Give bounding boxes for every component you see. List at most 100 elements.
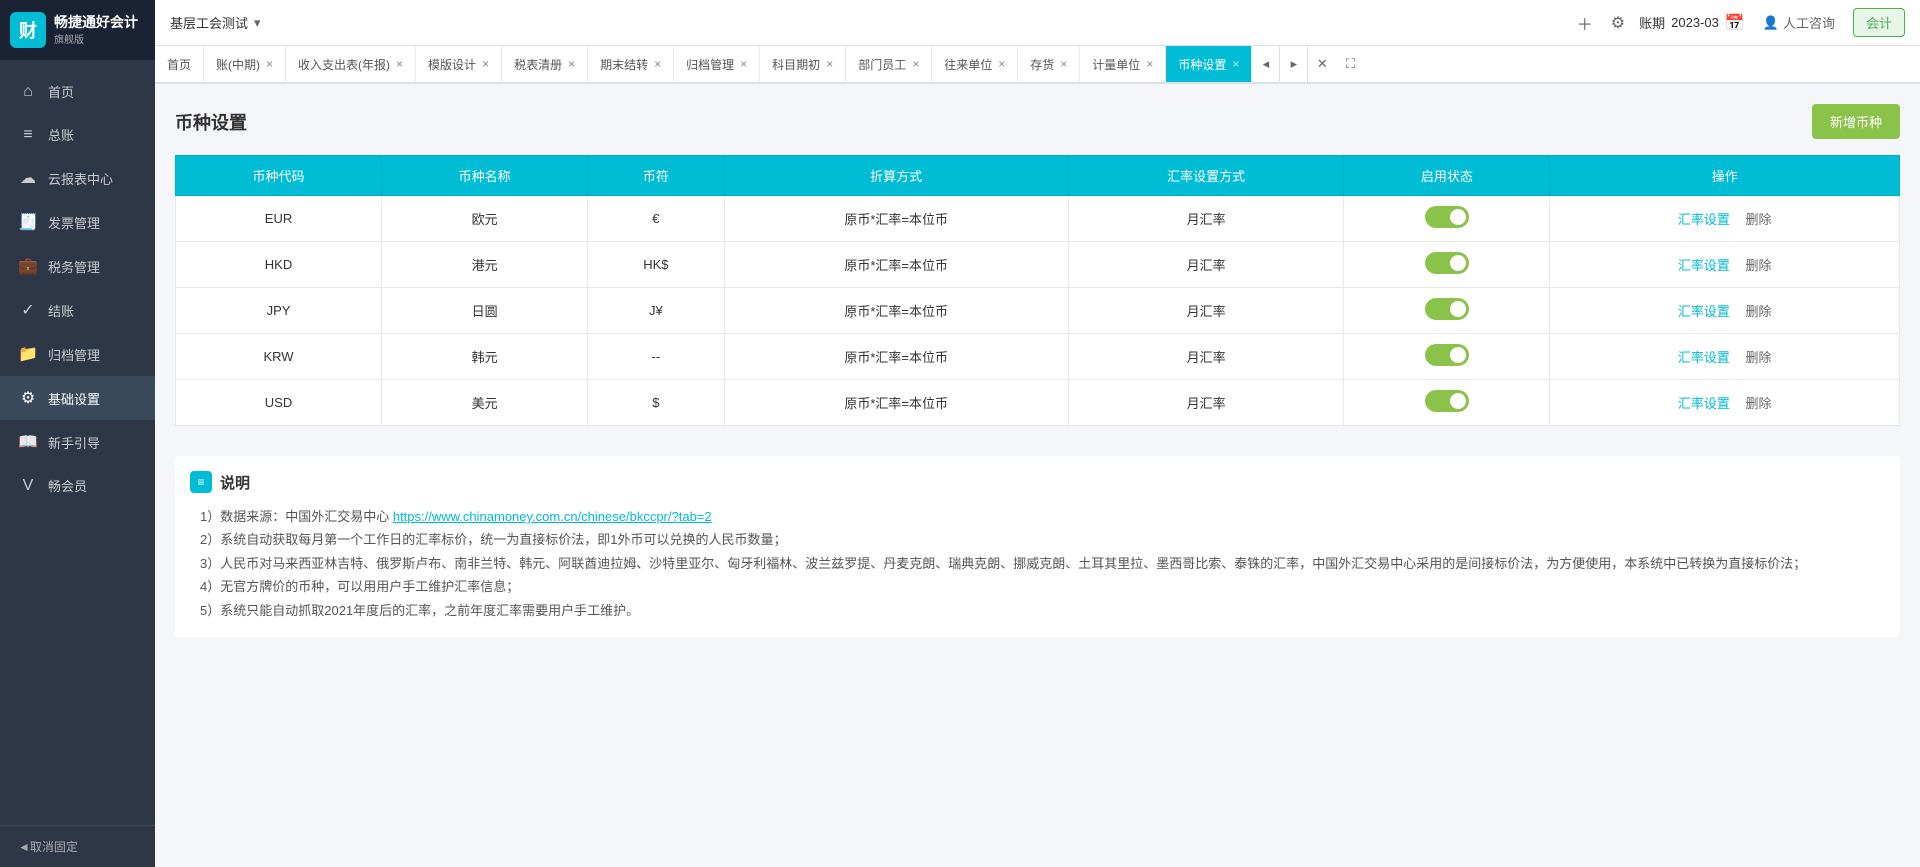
tab-close-icon[interactable]: × [1060, 57, 1067, 71]
tab-template[interactable]: 模版设计 × [416, 46, 502, 83]
cell-name: 韩元 [382, 334, 588, 380]
company-dropdown-icon[interactable]: ▾ [254, 15, 261, 31]
delete-button[interactable]: 删除 [1746, 347, 1772, 366]
tab-close-icon[interactable]: × [396, 57, 403, 71]
sidebar-item-tax[interactable]: 💼 税务管理 [0, 244, 155, 288]
sidebar-footer-toggle[interactable]: ◄取消固定 [0, 825, 155, 867]
tab-close-icon[interactable]: × [654, 57, 661, 71]
sidebar-item-member[interactable]: V 畅会员 [0, 464, 155, 507]
tab-close-icon[interactable]: × [266, 57, 273, 71]
tab-close-icon[interactable]: × [912, 57, 919, 71]
sidebar-item-home[interactable]: ⌂ 首页 [0, 70, 155, 113]
tab-label: 模版设计 [428, 56, 476, 73]
logo-sub: 旗舰版 [54, 31, 138, 46]
notice-section: ≡ 说明 1）数据来源：中国外汇交易中心 https://www.chinamo… [175, 456, 1900, 637]
cell-rate-method: 月汇率 [1068, 380, 1344, 426]
delete-button[interactable]: 删除 [1746, 393, 1772, 412]
tab-close-icon[interactable]: × [482, 57, 489, 71]
checkout-icon: ✓ [18, 300, 38, 320]
invoice-icon: 🧾 [18, 212, 38, 232]
cell-status [1344, 288, 1550, 334]
reports-icon: ☁ [18, 168, 38, 188]
tab-tax[interactable]: 税表清册 × [502, 46, 588, 83]
sidebar-item-ledger[interactable]: ≡ 总账 [0, 113, 155, 156]
tab-label: 存货 [1030, 56, 1054, 73]
accounting-button[interactable]: 会计 [1853, 8, 1905, 37]
rate-setting-button[interactable]: 汇率设置 [1678, 255, 1730, 274]
col-name: 币种名称 [382, 156, 588, 196]
tab-label: 期末结转 [600, 56, 648, 73]
tab-close-icon[interactable]: × [568, 57, 575, 71]
settings-button[interactable]: ⚙ [1607, 13, 1629, 33]
sidebar-item-checkout[interactable]: ✓ 结账 [0, 288, 155, 332]
tab-close-icon[interactable]: × [1232, 57, 1239, 71]
rate-setting-button[interactable]: 汇率设置 [1678, 347, 1730, 366]
tab-maximize-button[interactable]: ⛶ [1336, 46, 1364, 83]
tab-close-icon[interactable]: × [826, 57, 833, 71]
cell-code: HKD [176, 242, 382, 288]
cell-status [1344, 334, 1550, 380]
consult-button[interactable]: 👤 人工咨询 [1755, 9, 1843, 36]
new-currency-button[interactable]: 新增币种 [1812, 104, 1900, 139]
tab-label: 首页 [167, 56, 191, 73]
add-tab-button[interactable]: ＋ [1573, 11, 1597, 35]
cell-status [1344, 380, 1550, 426]
sidebar-item-invoice[interactable]: 🧾 发票管理 [0, 200, 155, 244]
cell-conversion: 原币*汇率=本位币 [724, 288, 1068, 334]
tab-next-button[interactable]: ▸ [1280, 46, 1308, 83]
tab-close-period[interactable]: 期末结转 × [588, 46, 674, 83]
notice-link[interactable]: https://www.chinamoney.com.cn/chinese/bk… [393, 509, 712, 524]
tab-dept[interactable]: 部门员工 × [846, 46, 932, 83]
sidebar-item-reports[interactable]: ☁ 云报表中心 [0, 156, 155, 200]
tab-close-icon[interactable]: × [998, 57, 1005, 71]
status-toggle[interactable] [1425, 298, 1469, 320]
status-toggle[interactable] [1425, 252, 1469, 274]
rate-setting-button[interactable]: 汇率设置 [1678, 209, 1730, 228]
tab-inventory[interactable]: 存货 × [1018, 46, 1080, 83]
status-toggle[interactable] [1425, 206, 1469, 228]
cell-name: 港元 [382, 242, 588, 288]
tab-close-all-button[interactable]: ✕ [1308, 46, 1336, 83]
tab-contact[interactable]: 往来单位 × [932, 46, 1018, 83]
tab-close-icon[interactable]: × [1146, 57, 1153, 71]
notice-title: ≡ 说明 [190, 471, 1885, 493]
tab-unit[interactable]: 计量单位 × [1080, 46, 1166, 83]
status-toggle[interactable] [1425, 344, 1469, 366]
delete-button[interactable]: 删除 [1746, 255, 1772, 274]
sidebar-item-archive[interactable]: 📁 归档管理 [0, 332, 155, 376]
status-toggle[interactable] [1425, 390, 1469, 412]
notice-item: 3）人民币对马来西亚林吉特、俄罗斯卢布、南非兰特、韩元、阿联酋迪拉姆、沙特里亚尔… [190, 552, 1885, 575]
rate-setting-button[interactable]: 汇率设置 [1678, 301, 1730, 320]
tab-archive[interactable]: 归档管理 × [674, 46, 760, 83]
sidebar-item-label: 基础设置 [48, 389, 100, 408]
ledger-icon: ≡ [18, 126, 38, 144]
notice-item: 4）无官方牌价的币种，可以用用户手工维护汇率信息； [190, 575, 1885, 598]
calendar-icon[interactable]: 📅 [1725, 13, 1745, 33]
notice-title-text: 说明 [220, 472, 250, 493]
tab-label: 往来单位 [944, 56, 992, 73]
rate-setting-button[interactable]: 汇率设置 [1678, 393, 1730, 412]
tab-label: 归档管理 [686, 56, 734, 73]
cell-symbol: $ [588, 380, 724, 426]
tab-prev-button[interactable]: ◂ [1252, 46, 1280, 83]
cell-name: 欧元 [382, 196, 588, 242]
tab-home[interactable]: 首页 [155, 46, 204, 83]
consult-label: 人工咨询 [1783, 13, 1835, 32]
sidebar-item-basic[interactable]: ⚙ 基础设置 [0, 376, 155, 420]
sidebar-footer-label: ◄取消固定 [18, 838, 78, 855]
tab-income[interactable]: 收入支出表(年报) × [286, 46, 416, 83]
tab-currency[interactable]: 币种设置 × [1166, 46, 1252, 83]
page-header: 币种设置 新增币种 [175, 104, 1900, 139]
cell-actions: 汇率设置 删除 [1550, 242, 1900, 288]
tab-close-icon[interactable]: × [740, 57, 747, 71]
page-content: 币种设置 新增币种 币种代码 币种名称 币符 折算方式 汇率设置方式 启用状态 … [155, 84, 1920, 867]
tab-label: 科目期初 [772, 56, 820, 73]
tab-subject[interactable]: 科目期初 × [760, 46, 846, 83]
cell-rate-method: 月汇率 [1068, 196, 1344, 242]
notice-item: 2）系统自动获取每月第一个工作日的汇率标价，统一为直接标价法，即1外币可以兑换的… [190, 528, 1885, 551]
tab-period[interactable]: 账(中期) × [204, 46, 286, 83]
sidebar-item-guide[interactable]: 📖 新手引导 [0, 420, 155, 464]
cell-rate-method: 月汇率 [1068, 288, 1344, 334]
delete-button[interactable]: 删除 [1746, 301, 1772, 320]
delete-button[interactable]: 删除 [1746, 209, 1772, 228]
